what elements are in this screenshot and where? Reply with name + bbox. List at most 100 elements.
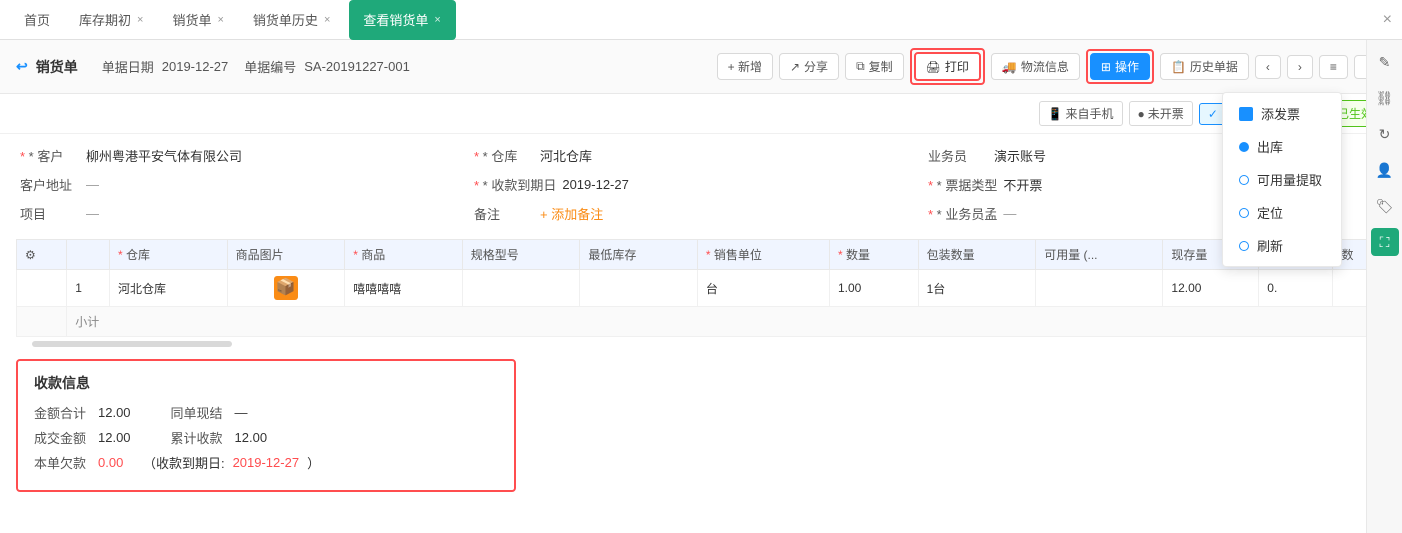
- invoice-type-value: 不开票: [1003, 175, 1042, 194]
- history-button[interactable]: 📋 历史单据: [1160, 53, 1249, 80]
- remark-field: 备注 + 添加备注: [474, 204, 928, 223]
- subtotal-row: 小计: [17, 307, 1386, 337]
- project-field: 项目 —: [20, 204, 474, 223]
- col-product: * 商品: [345, 240, 463, 270]
- col-warehouse: * 仓库: [110, 240, 228, 270]
- doc-actions: + 新增 ↗ 分享 ⧉ 复制 🖨 打印 🚚 物流信息: [717, 48, 1386, 85]
- operations-button[interactable]: ⊞ 操作: [1090, 53, 1150, 80]
- col-available: 可用量 (...: [1036, 240, 1163, 270]
- staff2-value: —: [1003, 206, 1016, 221]
- list-view-button[interactable]: ≡: [1319, 55, 1348, 79]
- window-close-button[interactable]: ×: [1383, 11, 1392, 29]
- same-settlement-value: —: [235, 405, 248, 420]
- payment-date-label: * 收款到期日: [474, 175, 556, 194]
- plus-icon: +: [540, 207, 548, 222]
- logistics-button[interactable]: 🚚 物流信息: [991, 53, 1080, 80]
- add-invoice-item[interactable]: 添发票: [1223, 97, 1341, 130]
- history-icon: 📋: [1171, 60, 1186, 74]
- payment-date-field: * 收款到期日 2019-12-27: [474, 175, 928, 194]
- nav-prev-button[interactable]: ‹: [1255, 55, 1281, 79]
- col-image: 商品图片: [227, 240, 345, 270]
- outbound-item[interactable]: 出库: [1223, 130, 1341, 163]
- total-amount-value: 12.00: [98, 405, 131, 420]
- arrears-value: 0.00: [98, 455, 123, 470]
- form-row-1: * 客户 柳州粤港平安气体有限公司 * 仓库 河北仓库 业务员 演示账号: [20, 146, 1382, 165]
- col-spec: 规格型号: [462, 240, 580, 270]
- warehouse-label: * 仓库: [474, 146, 534, 165]
- add-remark-btn[interactable]: + 添加备注: [540, 204, 603, 223]
- tab-close-inventory[interactable]: ×: [137, 14, 143, 26]
- row-sales-unit: 台: [697, 270, 829, 307]
- row-warehouse: 河北仓库: [110, 270, 228, 307]
- locate-item[interactable]: 定位: [1223, 196, 1341, 229]
- row-spec: [462, 270, 580, 307]
- edit-icon[interactable]: ✎: [1371, 48, 1399, 76]
- payment-row-3: 本单欠款 0.00 （收款到期日: 2019-12-27 ）: [34, 453, 498, 472]
- doc-type-icon: ↩: [16, 58, 28, 75]
- arrears-note: [131, 455, 135, 470]
- tab-view-sales[interactable]: 查看销货单 ×: [349, 0, 455, 40]
- payment-title: 收款信息: [34, 373, 498, 393]
- link-icon[interactable]: ⛓: [1371, 84, 1399, 112]
- available-qty-item[interactable]: 可用量提取: [1223, 163, 1341, 196]
- tab-close-history[interactable]: ×: [324, 14, 330, 26]
- table-header-row: ⚙ * 仓库 商品图片 * 商品 规格型号 最低库存 * 销售单位 * 数量 包…: [17, 240, 1386, 270]
- tab-sales-order[interactable]: 销货单 ×: [158, 0, 238, 40]
- scroll-hint[interactable]: [32, 341, 232, 347]
- row-unit-price: 0.: [1259, 270, 1333, 307]
- staff-label: 业务员: [928, 146, 988, 165]
- copy-icon: ⧉: [856, 59, 865, 74]
- share-button[interactable]: ↗ 分享: [779, 53, 839, 80]
- address-field: 客户地址 —: [20, 175, 474, 194]
- customer-field: * 客户 柳州粤港平安气体有限公司: [20, 146, 474, 165]
- deal-amount-value: 12.00: [98, 430, 131, 445]
- operations-icon: ⊞: [1101, 60, 1111, 74]
- doc-title-area: ↩ 销货单: [16, 57, 78, 77]
- checkmark-icon: ✓: [1208, 107, 1218, 121]
- tab-inventory-init[interactable]: 库存期初 ×: [65, 0, 158, 40]
- form-row-3: 项目 — 备注 + 添加备注 * 业务员孟 —: [20, 204, 1382, 223]
- row-pack-qty: 1台: [918, 270, 1036, 307]
- cumulative-value: 12.00: [235, 430, 268, 445]
- refresh-icon[interactable]: ↻: [1371, 120, 1399, 148]
- from-phone-button[interactable]: 📱 来自手机: [1039, 101, 1123, 126]
- customer-label: * 客户: [20, 146, 80, 165]
- same-settlement-item: 同单现结 —: [171, 403, 248, 422]
- col-seq: [67, 240, 110, 270]
- payment-row-2: 成交金额 12.00 累计收款 12.00: [34, 428, 498, 447]
- subtotal-label: 小计: [67, 307, 1386, 337]
- tab-sales-history[interactable]: 销货单历史 ×: [239, 0, 345, 40]
- tab-close-sales[interactable]: ×: [217, 14, 223, 26]
- form-row-2: 客户地址 — * 收款到期日 2019-12-27 * 票据类型 不开票: [20, 175, 1382, 194]
- refresh-item[interactable]: 刷新: [1223, 229, 1341, 262]
- col-sales-unit: * 销售单位: [697, 240, 829, 270]
- address-value: —: [86, 177, 99, 192]
- operations-highlight-box: ⊞ 操作: [1086, 49, 1154, 84]
- new-button[interactable]: + 新增: [717, 53, 773, 80]
- row-available: [1036, 270, 1163, 307]
- total-amount-label: 金额合计: [34, 403, 90, 422]
- refresh-item-icon: [1239, 241, 1249, 251]
- add-invoice-icon: [1239, 107, 1253, 121]
- share-icon: ↗: [790, 60, 800, 74]
- arrears-note-text: （收款到期日:: [143, 453, 225, 472]
- top-action-bar: 📱 来自手机 ● 未开票 ✓ ✓ 已核销 ✓ 已生效: [0, 94, 1402, 134]
- outbound-icon: [1239, 142, 1249, 152]
- col-quantity: * 数量: [829, 240, 918, 270]
- tag-icon[interactable]: 🏷: [1371, 192, 1399, 220]
- available-icon: [1239, 175, 1249, 185]
- customer-value: 柳州粤港平安气体有限公司: [86, 146, 242, 165]
- tab-home[interactable]: 首页: [10, 0, 65, 40]
- expand-icon[interactable]: ⛶: [1371, 228, 1399, 256]
- tab-close-view[interactable]: ×: [434, 14, 440, 26]
- copy-button[interactable]: ⧉ 复制: [845, 53, 904, 80]
- col-min-stock: 最低库存: [580, 240, 698, 270]
- deal-amount-label: 成交金额: [34, 428, 90, 447]
- locate-icon: [1239, 208, 1249, 218]
- not-opened-button[interactable]: ● 未开票: [1129, 101, 1193, 126]
- nav-next-button[interactable]: ›: [1287, 55, 1313, 79]
- col-settings[interactable]: ⚙: [17, 240, 67, 270]
- print-button[interactable]: 🖨 打印: [914, 52, 981, 81]
- user-icon[interactable]: 👤: [1371, 156, 1399, 184]
- doc-header: ↩ 销货单 单据日期 2019-12-27 单据编号 SA-20191227-0…: [0, 40, 1402, 94]
